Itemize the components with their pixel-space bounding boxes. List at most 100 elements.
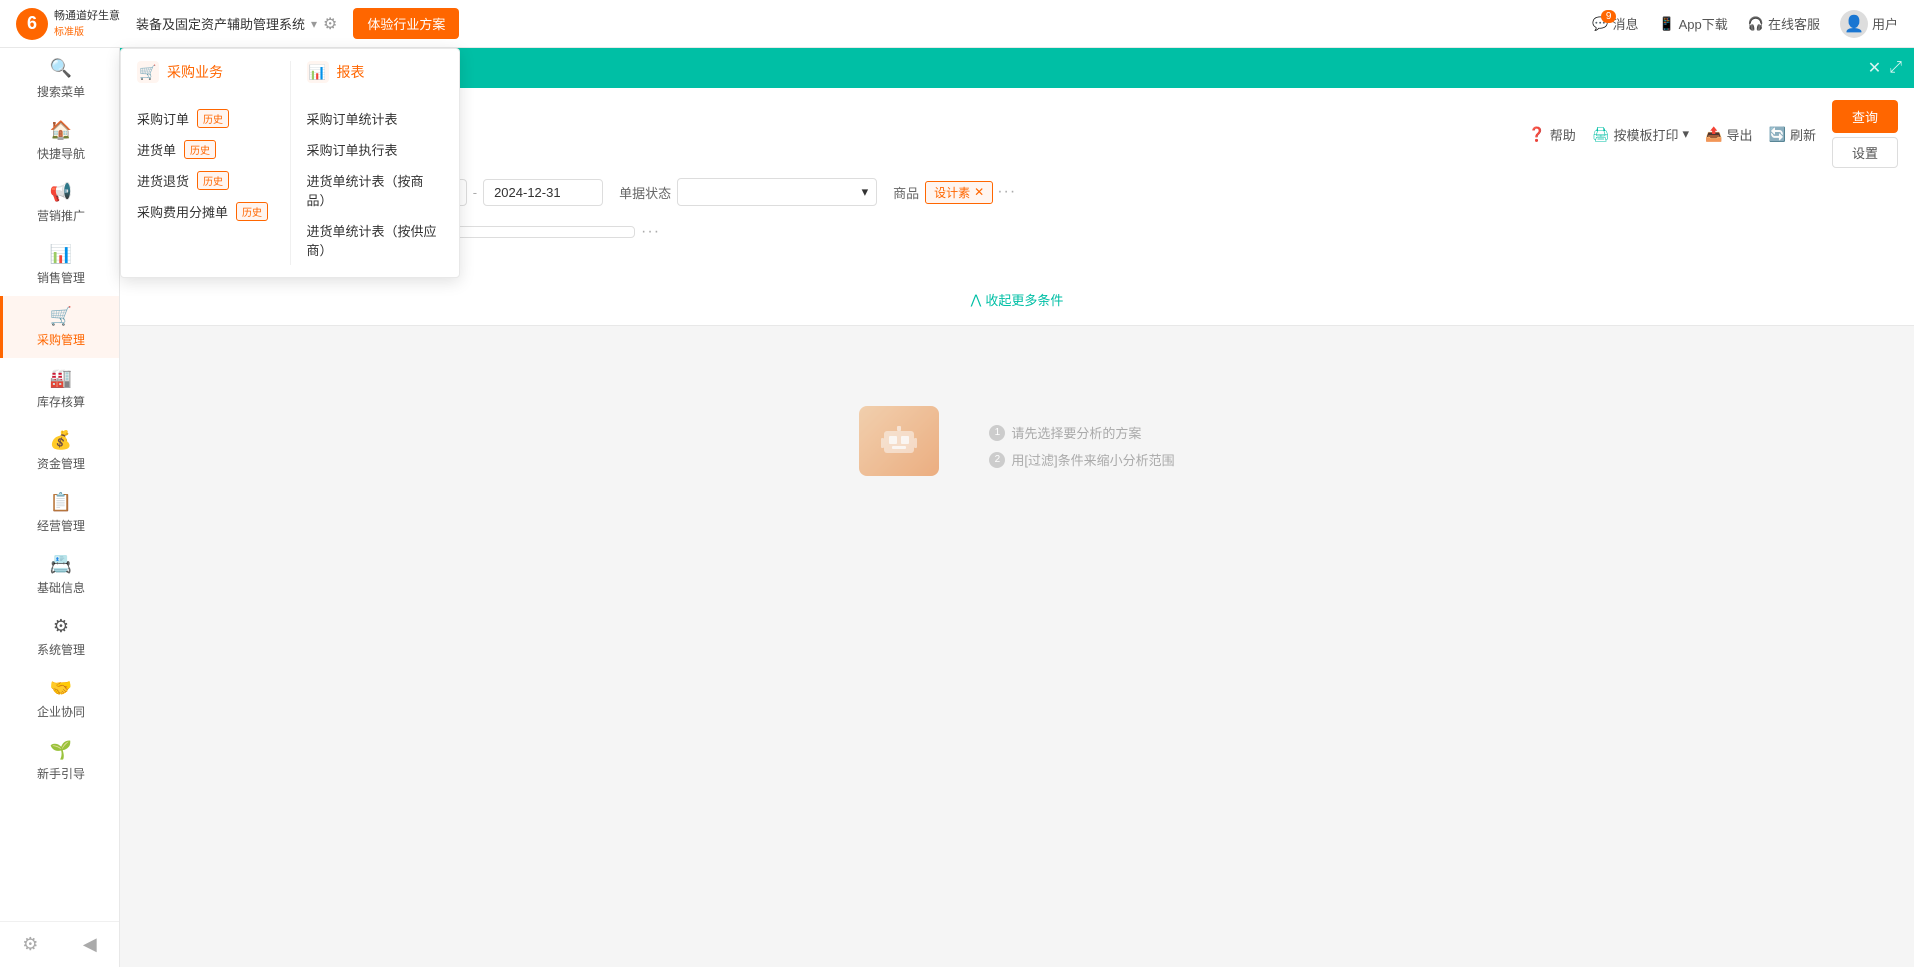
return-history-badge: 历史 <box>197 171 229 190</box>
tabs-controls: ✕ ⤢ <box>1868 58 1914 78</box>
service-button[interactable]: 🎧 在线客服 <box>1748 14 1820 33</box>
app-label: App下载 <box>1679 14 1728 33</box>
dropdown-item-order-exec[interactable]: 采购订单执行表 <box>307 134 444 165</box>
cost-history-badge: 历史 <box>236 202 268 221</box>
headset-icon: 🎧 <box>1748 16 1764 32</box>
empty-tip-2: 2 用[过滤]条件来缩小分析范围 <box>989 450 1174 469</box>
sidebar-item-quicknav[interactable]: 🏠 快捷导航 <box>0 110 119 172</box>
empty-tip-1: 1 请先选择要分析的方案 <box>989 423 1174 442</box>
service-label: 在线客服 <box>1768 14 1820 33</box>
sidebar-item-operations[interactable]: 📋 经营管理 <box>0 482 119 544</box>
purchase-col-title: 采购业务 <box>167 62 223 82</box>
salesperson-more-btn[interactable]: ··· <box>641 223 660 241</box>
sidebar-item-finance[interactable]: 💰 资金管理 <box>0 420 119 482</box>
dropdown-item-return[interactable]: 进货退货 历史 <box>137 165 274 196</box>
refresh-button[interactable]: 🔄 刷新 <box>1769 125 1816 144</box>
purchase-order-history-badge: 历史 <box>197 109 229 128</box>
print-button[interactable]: 🖨 按模板打印 ▾ <box>1592 125 1689 144</box>
dropdown-purchase-col: 🛒 采购业务 采购订单 历史 进货单 历史 进货退货 历史 采购费用分摊单 历史 <box>121 61 291 265</box>
sidebar-label-marketing: 营销推广 <box>37 207 85 224</box>
megaphone-icon: 📢 <box>50 182 72 203</box>
sidebar-item-basicinfo[interactable]: 📇 基础信息 <box>0 544 119 606</box>
purchase-dropdown-menu: 🛒 采购业务 采购订单 历史 进货单 历史 进货退货 历史 采购费用分摊单 历史 <box>120 48 460 278</box>
sidebar-label-quicknav: 快捷导航 <box>37 145 85 162</box>
empty-icon-box <box>859 406 939 476</box>
sidebar-label-guide: 新手引导 <box>37 765 85 782</box>
top-bar-right: 💬 9 消息 📱 App下载 🎧 在线客服 👤 用户 <box>1592 10 1898 38</box>
dropdown-item-inbound[interactable]: 进货单 历史 <box>137 134 274 165</box>
dropdown-item-order-stats[interactable]: 采购订单统计表 <box>307 103 444 134</box>
money-icon: 💰 <box>50 430 72 451</box>
query-button[interactable]: 查询 <box>1832 100 1898 133</box>
sidebar-item-marketing[interactable]: 📢 营销推广 <box>0 172 119 234</box>
report-col-title: 报表 <box>337 62 365 82</box>
goods-more-btn[interactable]: ··· <box>997 183 1016 201</box>
system-title: 装备及固定资产辅助管理系统 <box>136 14 305 33</box>
inbound-by-goods-label: 进货单统计表（按商品） <box>307 171 444 209</box>
export-label: 导出 <box>1727 125 1753 144</box>
inbound-history-badge: 历史 <box>184 140 216 159</box>
phone-icon: 📱 <box>1658 16 1674 32</box>
return-label: 进货退货 <box>137 171 189 190</box>
collapse-conditions[interactable]: ⋀ 收起更多条件 <box>136 286 1898 313</box>
dropdown-item-inbound-by-supplier[interactable]: 进货单统计表（按供应商） <box>307 215 444 265</box>
purchase-col-icon: 🛒 <box>137 61 159 83</box>
status-select-arrow: ▾ <box>862 184 869 200</box>
top-bar: 6 畅通道好生意 标准版 装备及固定资产辅助管理系统 ▾ ⚙ 体验行业方案 💬 … <box>0 0 1914 48</box>
message-label: 消息 <box>1612 14 1638 33</box>
tab-close-icon[interactable]: ✕ <box>1868 58 1881 78</box>
export-icon: 📤 <box>1705 126 1722 143</box>
goods-label: 商品 <box>893 183 919 202</box>
inbound-label: 进货单 <box>137 140 176 159</box>
sidebar-item-purchase[interactable]: 🛒 采购管理 <box>0 296 119 358</box>
sidebar-label-enterprise: 企业协同 <box>37 703 85 720</box>
status-label: 单据状态 <box>619 183 671 202</box>
collapse-icon[interactable]: ◀ <box>83 934 97 955</box>
help-label: 帮助 <box>1550 125 1576 144</box>
user-button[interactable]: 👤 用户 <box>1840 10 1898 38</box>
sidebar-label-sales: 销售管理 <box>37 269 85 286</box>
system-area: 装备及固定资产辅助管理系统 ▾ ⚙ 体验行业方案 <box>136 8 1592 39</box>
sidebar-item-guide[interactable]: 🌱 新手引导 <box>0 730 119 792</box>
sidebar-item-sales[interactable]: 📊 销售管理 <box>0 234 119 296</box>
system-dropdown-arrow[interactable]: ▾ <box>311 17 317 31</box>
dropdown-item-purchase-order[interactable]: 采购订单 历史 <box>137 103 274 134</box>
dropdown-item-inbound-by-goods[interactable]: 进货单统计表（按商品） <box>307 165 444 215</box>
industry-button[interactable]: 体验行业方案 <box>353 8 459 39</box>
status-select[interactable]: ▾ <box>677 178 877 206</box>
goods-tag-close[interactable]: ✕ <box>974 185 984 199</box>
tab-expand-icon[interactable]: ⤢ <box>1889 59 1902 77</box>
print-label: 按模板打印 <box>1614 125 1679 144</box>
system-gear-icon[interactable]: ⚙ <box>323 14 337 34</box>
sidebar-item-enterprise[interactable]: 🤝 企业协同 <box>0 668 119 730</box>
date-end-input[interactable] <box>483 179 603 206</box>
user-avatar: 👤 <box>1840 10 1868 38</box>
app-download-button[interactable]: 📱 App下载 <box>1658 14 1727 33</box>
salesperson-select[interactable] <box>455 226 635 238</box>
sidebar-item-inventory[interactable]: 🏭 库存核算 <box>0 358 119 420</box>
report-col-icon: 📊 <box>307 61 329 83</box>
help-button[interactable]: ❓ 帮助 <box>1528 125 1575 144</box>
gear-icon: ⚙ <box>53 616 69 637</box>
export-button[interactable]: 📤 导出 <box>1705 125 1752 144</box>
sidebar-item-system[interactable]: ⚙ 系统管理 <box>0 606 119 668</box>
search-icon: 🔍 <box>50 58 72 79</box>
cart-icon: 🛒 <box>50 306 72 327</box>
logo-icon: 6 <box>16 8 48 40</box>
empty-tips: 1 请先选择要分析的方案 2 用[过滤]条件来缩小分析范围 <box>989 423 1174 469</box>
sidebar-label-inventory: 库存核算 <box>37 393 85 410</box>
handshake-icon: 🤝 <box>50 678 72 699</box>
dropdown-item-cost[interactable]: 采购费用分摊单 历史 <box>137 196 274 227</box>
collapse-up-arrow: ⋀ <box>971 292 982 308</box>
chart-icon: 📊 <box>50 244 72 265</box>
sidebar-item-search[interactable]: 🔍 搜索菜单 <box>0 48 119 110</box>
sidebar: 🔍 搜索菜单 🏠 快捷导航 📢 营销推广 📊 销售管理 🛒 采购管理 🏭 库存核… <box>0 48 120 967</box>
sidebar-label-finance: 资金管理 <box>37 455 85 472</box>
settings-icon[interactable]: ⚙ <box>22 934 38 955</box>
sidebar-label-search: 搜索菜单 <box>37 83 85 100</box>
print-dropdown-arrow[interactable]: ▾ <box>1683 126 1690 142</box>
settings-button[interactable]: 设置 <box>1832 137 1898 168</box>
empty-state: 1 请先选择要分析的方案 2 用[过滤]条件来缩小分析范围 <box>120 326 1914 566</box>
message-button[interactable]: 💬 9 消息 <box>1592 14 1638 33</box>
help-icon: ❓ <box>1528 126 1545 143</box>
